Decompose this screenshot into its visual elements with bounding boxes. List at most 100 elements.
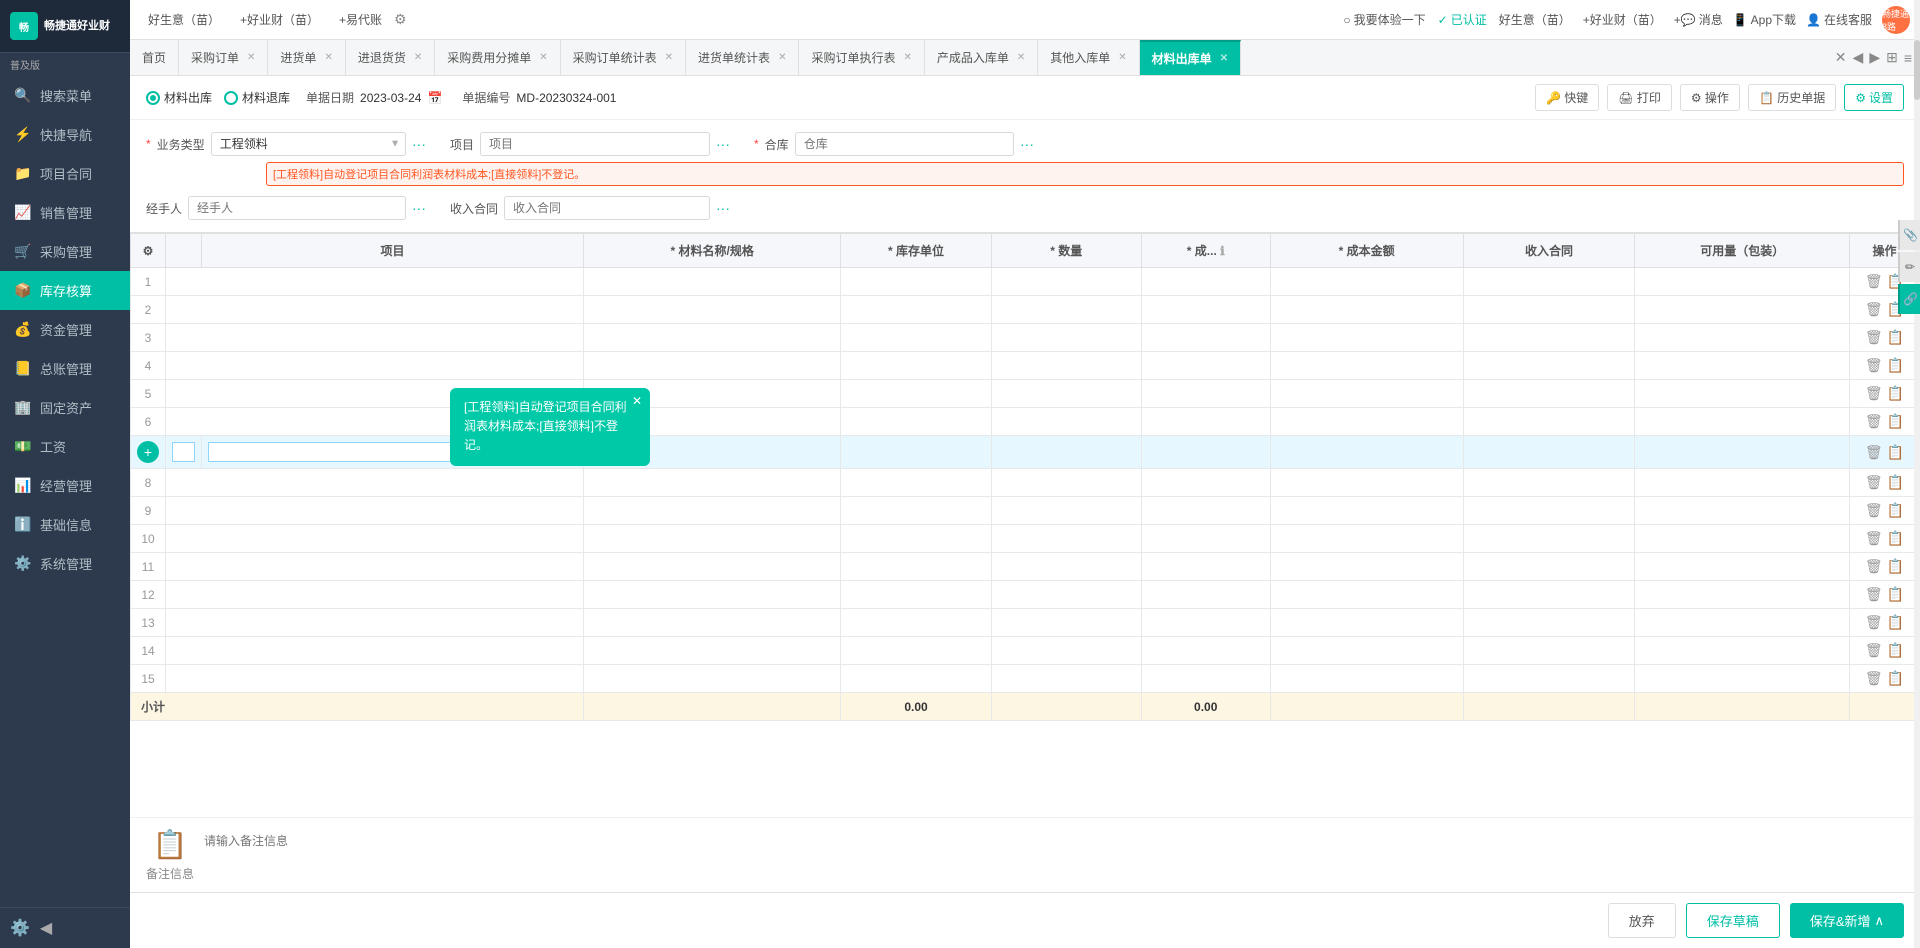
sidebar-settings-icon[interactable]: ⚙️ bbox=[10, 918, 30, 938]
sidebar-item-system[interactable]: ⚙️ 系统管理 bbox=[0, 544, 130, 583]
tab-grid-icon[interactable]: ⊞ bbox=[1886, 49, 1898, 66]
delete-icon[interactable]: 🗑 bbox=[1865, 586, 1883, 602]
copy-icon[interactable]: 📋 bbox=[1887, 670, 1904, 686]
settings-button[interactable]: ⚙ 设置 bbox=[1844, 84, 1904, 111]
tab-next-icon[interactable]: ▶ bbox=[1869, 49, 1880, 66]
save-new-button[interactable]: 保存&新增 ∧ bbox=[1790, 903, 1904, 938]
row7-col1-input[interactable] bbox=[172, 442, 195, 462]
right-tool-link[interactable]: 🔗 bbox=[1898, 284, 1920, 314]
delete-icon[interactable]: 🗑 bbox=[1865, 642, 1883, 658]
copy-icon[interactable]: 📋 bbox=[1887, 614, 1904, 630]
sidebar-item-sales[interactable]: 📈 销售管理 bbox=[0, 193, 130, 232]
tab-purchase-exec[interactable]: 采购订单执行表 ✕ bbox=[799, 40, 924, 76]
sidebar-item-assets[interactable]: 🏢 固定资产 bbox=[0, 388, 130, 427]
delete-icon[interactable]: 🗑 bbox=[1865, 329, 1883, 345]
tab-purchase-expense[interactable]: 采购费用分摊单 ✕ bbox=[435, 40, 560, 76]
copy-icon[interactable]: 📋 bbox=[1887, 444, 1904, 460]
delete-icon[interactable]: 🗑 bbox=[1865, 413, 1883, 429]
user-avatar[interactable]: 畅捷通8路 bbox=[1882, 6, 1910, 34]
income-contract-dots[interactable]: ··· bbox=[716, 200, 730, 216]
online-service-link[interactable]: 👤 在线客服 bbox=[1806, 11, 1872, 28]
tab-close-finished-goods[interactable]: ✕ bbox=[1017, 52, 1025, 63]
copy-icon[interactable]: 📋 bbox=[1887, 474, 1904, 490]
sidebar-item-accounting[interactable]: 📒 总账管理 bbox=[0, 349, 130, 388]
tab-close-purchase-order[interactable]: ✕ bbox=[247, 52, 255, 63]
message-link[interactable]: 💬 消息 bbox=[1681, 11, 1723, 28]
operations-button[interactable]: ⚙ 操作 bbox=[1680, 84, 1740, 111]
copy-icon[interactable]: 📋 bbox=[1887, 413, 1904, 429]
sidebar-item-basic[interactable]: ℹ️ 基础信息 bbox=[0, 505, 130, 544]
radio-material-return[interactable]: 材料退库 bbox=[224, 89, 290, 106]
tab-close-purchase-stats[interactable]: ✕ bbox=[665, 52, 673, 63]
quick-key-button[interactable]: 🔑 快键 bbox=[1535, 84, 1599, 111]
delete-icon[interactable]: 🗑 bbox=[1865, 444, 1883, 460]
delete-icon[interactable]: 🗑 bbox=[1865, 474, 1883, 490]
tab-goods-return[interactable]: 进退货货 ✕ bbox=[346, 40, 435, 76]
copy-icon[interactable]: 📋 bbox=[1887, 329, 1904, 345]
tab-other-receipt[interactable]: 其他入库单 ✕ bbox=[1038, 40, 1139, 76]
right-tool-attachment[interactable]: 📎 bbox=[1898, 220, 1920, 250]
more-link-2[interactable]: + bbox=[1674, 13, 1681, 27]
copy-icon[interactable]: 📋 bbox=[1887, 558, 1904, 574]
handler-input[interactable] bbox=[188, 196, 406, 220]
business-type-dots[interactable]: ··· bbox=[412, 136, 426, 152]
copy-icon[interactable]: 📋 bbox=[1887, 642, 1904, 658]
delete-icon[interactable]: 🗑 bbox=[1865, 670, 1883, 686]
tab-close-material-issue[interactable]: ✕ bbox=[1220, 53, 1228, 64]
delete-icon[interactable]: 🗑 bbox=[1865, 385, 1883, 401]
top-nav-link-0[interactable]: 好生意（苗） bbox=[140, 7, 228, 32]
more-link-0[interactable]: 好生意（苗） bbox=[1499, 11, 1571, 28]
tooltip-close-button[interactable]: ✕ bbox=[632, 392, 642, 411]
handler-dots[interactable]: ··· bbox=[412, 200, 426, 216]
sidebar-item-payroll[interactable]: 💵 工资 bbox=[0, 427, 130, 466]
sidebar-item-operations[interactable]: 📊 经营管理 bbox=[0, 466, 130, 505]
sidebar-item-search[interactable]: 🔍 搜索菜单 bbox=[0, 76, 130, 115]
warehouse-dots[interactable]: ··· bbox=[1020, 136, 1034, 152]
project-input[interactable] bbox=[480, 132, 710, 156]
calendar-icon[interactable]: 📅 bbox=[427, 91, 442, 105]
copy-icon[interactable]: 📋 bbox=[1887, 385, 1904, 401]
print-button[interactable]: 🖨 打印 bbox=[1607, 84, 1672, 111]
copy-icon[interactable]: 📋 bbox=[1887, 586, 1904, 602]
col-settings-icon[interactable]: ⚙ bbox=[143, 244, 154, 258]
delete-icon[interactable]: 🗑 bbox=[1865, 558, 1883, 574]
sidebar-item-quick-nav[interactable]: ⚡ 快捷导航 bbox=[0, 115, 130, 154]
more-link-1[interactable]: +好业财（苗） bbox=[1583, 11, 1662, 28]
try-link[interactable]: ○ 我要体验一下 bbox=[1343, 11, 1425, 28]
discard-button[interactable]: 放弃 bbox=[1608, 903, 1676, 938]
history-button[interactable]: 📋 历史单据 bbox=[1748, 84, 1836, 111]
sidebar-item-inventory[interactable]: 📦 库存核算 bbox=[0, 271, 130, 310]
tab-purchase-stats[interactable]: 采购订单统计表 ✕ bbox=[561, 40, 686, 76]
sidebar-item-purchase[interactable]: 🛒 采购管理 bbox=[0, 232, 130, 271]
project-dots[interactable]: ··· bbox=[716, 136, 730, 152]
top-nav-link-1[interactable]: +好业财（苗） bbox=[232, 7, 327, 32]
income-contract-input[interactable] bbox=[504, 196, 710, 220]
add-row-button[interactable]: + bbox=[137, 441, 159, 463]
cost-info-icon[interactable]: ℹ bbox=[1220, 244, 1225, 258]
tab-close-goods-receipt[interactable]: ✕ bbox=[324, 52, 332, 63]
delete-icon[interactable]: 🗑 bbox=[1865, 614, 1883, 630]
warehouse-input[interactable] bbox=[795, 132, 1014, 156]
delete-icon[interactable]: 🗑 bbox=[1865, 502, 1883, 518]
tab-close-purchase-expense[interactable]: ✕ bbox=[539, 52, 547, 63]
tab-prev-icon[interactable]: ◀ bbox=[1853, 49, 1864, 66]
scrollbar-thumb[interactable] bbox=[1914, 40, 1920, 100]
right-tool-edit[interactable]: ✏ bbox=[1898, 252, 1920, 282]
app-download-link[interactable]: 📱 App下载 bbox=[1733, 11, 1796, 28]
delete-icon[interactable]: 🗑 bbox=[1865, 357, 1883, 373]
save-draft-button[interactable]: 保存草稿 bbox=[1686, 903, 1780, 938]
tab-goods-receipt[interactable]: 进货单 ✕ bbox=[268, 40, 345, 76]
sidebar-collapse-icon[interactable]: ◀ bbox=[40, 918, 52, 938]
tab-close-purchase-exec[interactable]: ✕ bbox=[903, 52, 911, 63]
copy-icon[interactable]: 📋 bbox=[1887, 357, 1904, 373]
gear-icon[interactable]: ⚙ bbox=[394, 11, 407, 28]
tab-list-icon[interactable]: ≡ bbox=[1904, 50, 1912, 66]
tab-finished-goods[interactable]: 产成品入库单 ✕ bbox=[925, 40, 1038, 76]
tab-close-all-icon[interactable]: ✕ bbox=[1835, 49, 1847, 66]
tab-material-issue[interactable]: 材料出库单 ✕ bbox=[1140, 40, 1241, 76]
notes-input[interactable] bbox=[204, 828, 1904, 868]
tab-close-goods-stats[interactable]: ✕ bbox=[778, 52, 786, 63]
sidebar-item-finance[interactable]: 💰 资金管理 bbox=[0, 310, 130, 349]
tab-close-goods-return[interactable]: ✕ bbox=[414, 52, 422, 63]
tab-purchase-order[interactable]: 采购订单 ✕ bbox=[179, 40, 268, 76]
